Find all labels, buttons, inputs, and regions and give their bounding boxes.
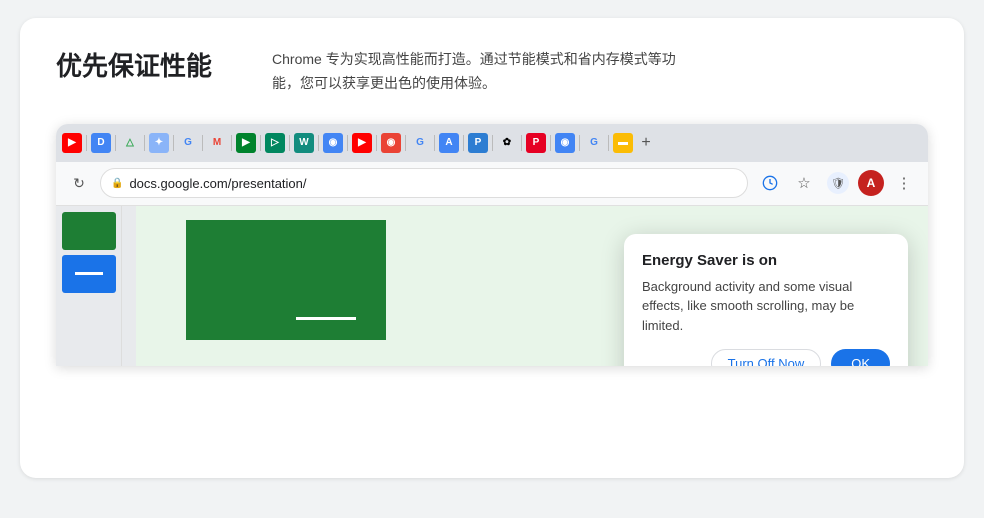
shield-button[interactable]: 🛡 xyxy=(824,169,852,197)
slide-thumb-1[interactable] xyxy=(62,212,116,250)
browser-mockup: ▶ D △ ✦ G M ▶ ▷ W ◉ ▶ xyxy=(56,124,928,366)
main-heading: 优先保证性能 xyxy=(56,48,212,84)
tab-divider xyxy=(173,135,174,151)
favicon-translate[interactable]: A xyxy=(439,133,459,153)
favicon-ext[interactable]: ✦ xyxy=(149,133,169,153)
favicon-active[interactable]: ▬ xyxy=(613,133,633,153)
favicon-pin[interactable]: P xyxy=(468,133,488,153)
tab-divider xyxy=(579,135,580,151)
tabs-bar: ▶ D △ ✦ G M ▶ ▷ W ◉ ▶ xyxy=(56,124,928,162)
slide-ruler-left xyxy=(122,206,136,366)
favicon-docs[interactable]: D xyxy=(91,133,111,153)
tab-divider xyxy=(347,135,348,151)
address-bar: ↻ 🔒 docs.google.com/presentation/ ☆ 🛡 A … xyxy=(56,162,928,206)
tab-divider xyxy=(289,135,290,151)
favicon-g2[interactable]: G xyxy=(410,133,430,153)
tab-divider xyxy=(550,135,551,151)
popup-body: Background activity and some visual effe… xyxy=(642,277,890,336)
tab-divider xyxy=(463,135,464,151)
tab-divider xyxy=(318,135,319,151)
lock-icon: 🔒 xyxy=(111,178,123,189)
favicon-wa[interactable]: W xyxy=(294,133,314,153)
turn-off-now-button[interactable]: Turn Off Now xyxy=(711,349,822,366)
main-card: 优先保证性能 Chrome 专为实现高性能而打造。通过节能模式和省内存模式等功能… xyxy=(20,18,964,478)
favicon-meet[interactable]: ▶ xyxy=(236,133,256,153)
more-button[interactable]: ⋮ xyxy=(890,169,918,197)
favicon-drive[interactable]: △ xyxy=(120,133,140,153)
favicon-play[interactable]: ▷ xyxy=(265,133,285,153)
favicon-google[interactable]: G xyxy=(178,133,198,153)
url-text: docs.google.com/presentation/ xyxy=(129,176,306,191)
address-bar-actions: ☆ 🛡 A ⋮ xyxy=(756,169,918,197)
popup-actions: Turn Off Now OK xyxy=(642,349,890,366)
tab-divider xyxy=(608,135,609,151)
favicon-pinterest[interactable]: P xyxy=(526,133,546,153)
favicon-yt[interactable]: ▶ xyxy=(62,133,82,153)
energy-saver-popup: Energy Saver is on Background activity a… xyxy=(624,234,908,366)
tab-divider xyxy=(434,135,435,151)
tab-divider xyxy=(260,135,261,151)
url-box[interactable]: 🔒 docs.google.com/presentation/ xyxy=(100,168,748,198)
tab-divider xyxy=(115,135,116,151)
slide-white-line xyxy=(296,317,356,320)
favicon-photos[interactable]: ✿ xyxy=(497,133,517,153)
refresh-button[interactable]: ↻ xyxy=(66,170,92,196)
popup-title: Energy Saver is on xyxy=(642,252,890,269)
tab-divider xyxy=(144,135,145,151)
favicon-gmail[interactable]: M xyxy=(207,133,227,153)
slide-green-element xyxy=(186,220,386,340)
content-area: Energy Saver is on Background activity a… xyxy=(56,206,928,366)
top-section: 优先保证性能 Chrome 专为实现高性能而打造。通过节能模式和省内存模式等功能… xyxy=(56,48,928,96)
new-tab-button[interactable]: + xyxy=(635,132,657,154)
tab-divider xyxy=(492,135,493,151)
slide-thumb-2[interactable] xyxy=(62,255,116,293)
tab-divider xyxy=(521,135,522,151)
tab-favicon-row: ▶ D △ ✦ G M ▶ ▷ W ◉ ▶ xyxy=(62,133,633,153)
tab-divider xyxy=(86,135,87,151)
avatar: A xyxy=(858,170,884,196)
favicon-g3[interactable]: G xyxy=(584,133,604,153)
tab-divider xyxy=(202,135,203,151)
tab-divider xyxy=(231,135,232,151)
tab-divider xyxy=(405,135,406,151)
favicon-cr2[interactable]: ◉ xyxy=(555,133,575,153)
favicon-maps[interactable]: ◉ xyxy=(381,133,401,153)
shield-icon: 🛡 xyxy=(827,172,849,194)
main-description: Chrome 专为实现高性能而打造。通过节能模式和省内存模式等功能，您可以获享更… xyxy=(272,48,692,96)
favicon-yt2[interactable]: ▶ xyxy=(352,133,372,153)
bookmark-button[interactable]: ☆ xyxy=(790,169,818,197)
ok-button[interactable]: OK xyxy=(831,349,890,366)
tab-divider xyxy=(376,135,377,151)
favicon-cr[interactable]: ◉ xyxy=(323,133,343,153)
slides-sidebar xyxy=(56,206,122,366)
performance-button[interactable] xyxy=(756,169,784,197)
